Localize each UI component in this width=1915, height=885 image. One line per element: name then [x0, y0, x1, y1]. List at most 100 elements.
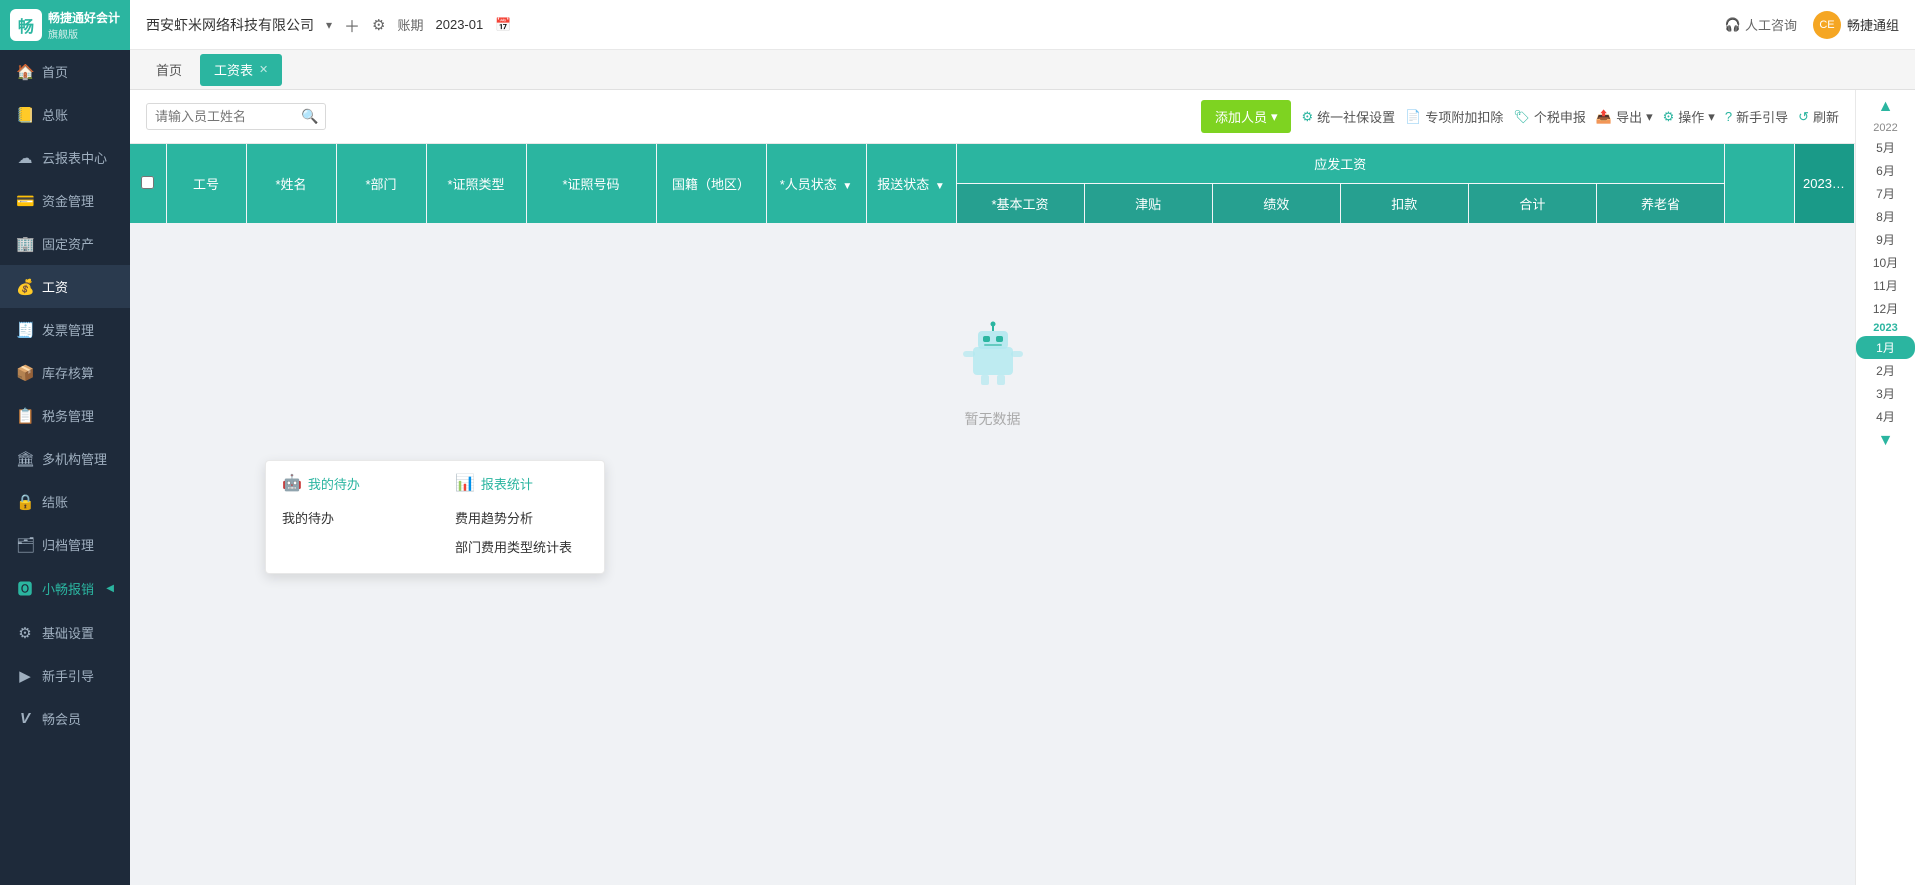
- sidebar-item-member[interactable]: V 畅会员: [0, 697, 130, 740]
- month-2022-8[interactable]: 8月: [1856, 205, 1915, 228]
- search-input[interactable]: [155, 109, 295, 124]
- sidebar-item-tax[interactable]: 📋 税务管理: [0, 394, 130, 437]
- settings-icon[interactable]: ⚙: [372, 16, 385, 34]
- search-icon: 🔍: [301, 108, 318, 125]
- basic-icon: ⚙: [16, 624, 34, 642]
- period-label: 账期: [398, 15, 424, 34]
- export-chevron-icon: ▾: [1646, 109, 1653, 125]
- submit-filter-icon[interactable]: ▼: [935, 181, 945, 192]
- th-allowance: 津贴: [1084, 184, 1212, 224]
- th-deduct: 扣款: [1340, 184, 1468, 224]
- special-deduct-icon: 📄: [1405, 109, 1421, 125]
- month-2022-12[interactable]: 12月: [1856, 297, 1915, 320]
- tab-salary-table[interactable]: 工资表 ✕: [200, 54, 282, 86]
- calendar-icon[interactable]: 📅: [495, 17, 511, 33]
- th-employee-no: 工号: [166, 144, 246, 223]
- status-filter-icon[interactable]: ▼: [842, 181, 852, 192]
- operation-button[interactable]: ⚙ 操作 ▾: [1663, 107, 1715, 126]
- tab-close-icon[interactable]: ✕: [259, 63, 268, 76]
- multi-org-icon: 🏛: [16, 450, 34, 468]
- period-value: 2023-01: [436, 17, 484, 32]
- dropdown-item-dept-stat[interactable]: 部门费用类型统计表: [455, 532, 588, 561]
- sidebar-item-expense[interactable]: 🅾 小畅报销 ◀: [0, 566, 130, 611]
- month-2023-1[interactable]: 1月: [1856, 336, 1915, 359]
- sidebar-item-cloud-report[interactable]: ☁ 云报表中心: [0, 136, 130, 179]
- member-icon: V: [16, 710, 34, 727]
- tax-report-icon: 🏷: [1513, 109, 1530, 125]
- month-2022-6[interactable]: 6月: [1856, 159, 1915, 182]
- th-status: *人员状态 ▼: [766, 144, 866, 223]
- sidebar-nav: 🏠 首页 📒 总账 ☁ 云报表中心 💳 资金管理 🏢 固定资产 💰 工资 🧾 发…: [0, 50, 130, 885]
- cloud-icon: ☁: [16, 149, 34, 167]
- sidebar-item-salary[interactable]: 💰 工资: [0, 265, 130, 308]
- month-2022-9[interactable]: 9月: [1856, 228, 1915, 251]
- company-dropdown-icon[interactable]: ▾: [326, 18, 332, 32]
- dropdown-col-2: 📊 报表统计 费用趋势分析 部门费用类型统计表: [455, 473, 588, 561]
- dropdown-col1-title: 🤖 我的待办: [282, 473, 415, 493]
- guide-button[interactable]: ? 新手引导: [1725, 107, 1788, 126]
- fixed-assets-icon: 🏢: [16, 235, 34, 253]
- sidebar-item-fixed-assets[interactable]: 🏢 固定资产: [0, 222, 130, 265]
- tabbar: 首页 工资表 ✕: [130, 50, 1915, 90]
- sidebar-item-inventory[interactable]: 📦 库存核算: [0, 351, 130, 394]
- th-total: 合计: [1468, 184, 1596, 224]
- month-2022-7[interactable]: 7月: [1856, 182, 1915, 205]
- sidebar-item-multi-org[interactable]: 🏛 多机构管理: [0, 437, 130, 480]
- search-box[interactable]: 🔍: [146, 103, 326, 130]
- sidebar-item-home[interactable]: 🏠 首页: [0, 50, 130, 93]
- tab-home[interactable]: 首页: [142, 54, 196, 86]
- sidebar-item-archive[interactable]: 🗂 归档管理: [0, 523, 130, 566]
- nav-down-button[interactable]: ▼: [1874, 428, 1898, 454]
- tax-report-button[interactable]: 🏷 个税申报: [1513, 107, 1586, 126]
- month-2023-4[interactable]: 4月: [1856, 405, 1915, 428]
- inventory-icon: 📦: [16, 364, 34, 382]
- sidebar-item-close[interactable]: 🔒 结账: [0, 480, 130, 523]
- social-insurance-button[interactable]: ⚙ 统一社保设置: [1301, 107, 1395, 126]
- logo-title: 畅捷通好会计: [48, 9, 120, 26]
- month-2022-11[interactable]: 11月: [1856, 274, 1915, 297]
- user-menu[interactable]: CE 畅捷通组: [1813, 11, 1899, 39]
- logo-text: 畅捷通好会计 旗舰版: [48, 9, 120, 41]
- add-person-chevron: ▾: [1271, 109, 1278, 125]
- sidebar-item-basic[interactable]: ⚙ 基础设置: [0, 611, 130, 654]
- report-stat-icon: 📊: [455, 473, 475, 493]
- sidebar-item-ledger[interactable]: 📒 总账: [0, 93, 130, 136]
- company-name: 西安虾米网络科技有限公司: [146, 15, 314, 35]
- month-2023-3[interactable]: 3月: [1856, 382, 1915, 405]
- dropdown-item-trend[interactable]: 费用趋势分析: [455, 503, 588, 532]
- logo: 畅 畅捷通好会计 旗舰版: [0, 0, 130, 50]
- year-2023-section: 2023 1月 2月 3月 4月: [1856, 320, 1915, 428]
- th-pension: 养老省: [1596, 184, 1724, 224]
- month-2022-5[interactable]: 5月: [1856, 136, 1915, 159]
- logo-subtitle: 旗舰版: [48, 26, 120, 41]
- invoice-icon: 🧾: [16, 321, 34, 339]
- special-deduct-button[interactable]: 📄 专项附加扣除: [1405, 107, 1503, 126]
- todo-icon: 🤖: [282, 473, 302, 493]
- logo-icon: 畅: [10, 9, 42, 41]
- sidebar-item-invoice[interactable]: 🧾 发票管理: [0, 308, 130, 351]
- add-company-icon[interactable]: ＋: [344, 13, 360, 37]
- service-button[interactable]: 🎧 人工咨询: [1725, 15, 1797, 34]
- topbar: 西安虾米网络科技有限公司 ▾ ＋ ⚙ 账期 2023-01 📅 🎧 人工咨询 C…: [130, 0, 1915, 50]
- year-2022-section: 2022 5月 6月 7月 8月 9月 10月 11月 12月: [1856, 120, 1915, 320]
- select-all-header[interactable]: [130, 144, 166, 223]
- nav-up-button[interactable]: ▲: [1874, 94, 1898, 120]
- select-all-checkbox[interactable]: [141, 176, 154, 189]
- funds-icon: 💳: [16, 192, 34, 210]
- tax-icon: 📋: [16, 407, 34, 425]
- export-button[interactable]: 📤 导出 ▾: [1596, 107, 1653, 126]
- refresh-button[interactable]: ↺ 刷新: [1798, 107, 1839, 126]
- month-2022-10[interactable]: 10月: [1856, 251, 1915, 274]
- dropdown-col2-title: 📊 报表统计: [455, 473, 588, 493]
- sidebar-item-guide[interactable]: ▶ 新手引导: [0, 654, 130, 697]
- add-person-label: 添加人员: [1215, 107, 1267, 126]
- headset-icon: 🎧: [1725, 17, 1741, 33]
- dropdown-item-todo[interactable]: 我的待办: [282, 503, 415, 532]
- th-id-no: *证照号码: [526, 144, 656, 223]
- month-2023-2[interactable]: 2月: [1856, 359, 1915, 382]
- th-base-salary: *基本工资: [956, 184, 1084, 224]
- dropdown-col-1: 🤖 我的待办 我的待办: [282, 473, 415, 532]
- add-person-button[interactable]: 添加人员 ▾: [1201, 100, 1292, 133]
- operation-icon: ⚙: [1663, 109, 1675, 125]
- sidebar-item-funds[interactable]: 💳 资金管理: [0, 179, 130, 222]
